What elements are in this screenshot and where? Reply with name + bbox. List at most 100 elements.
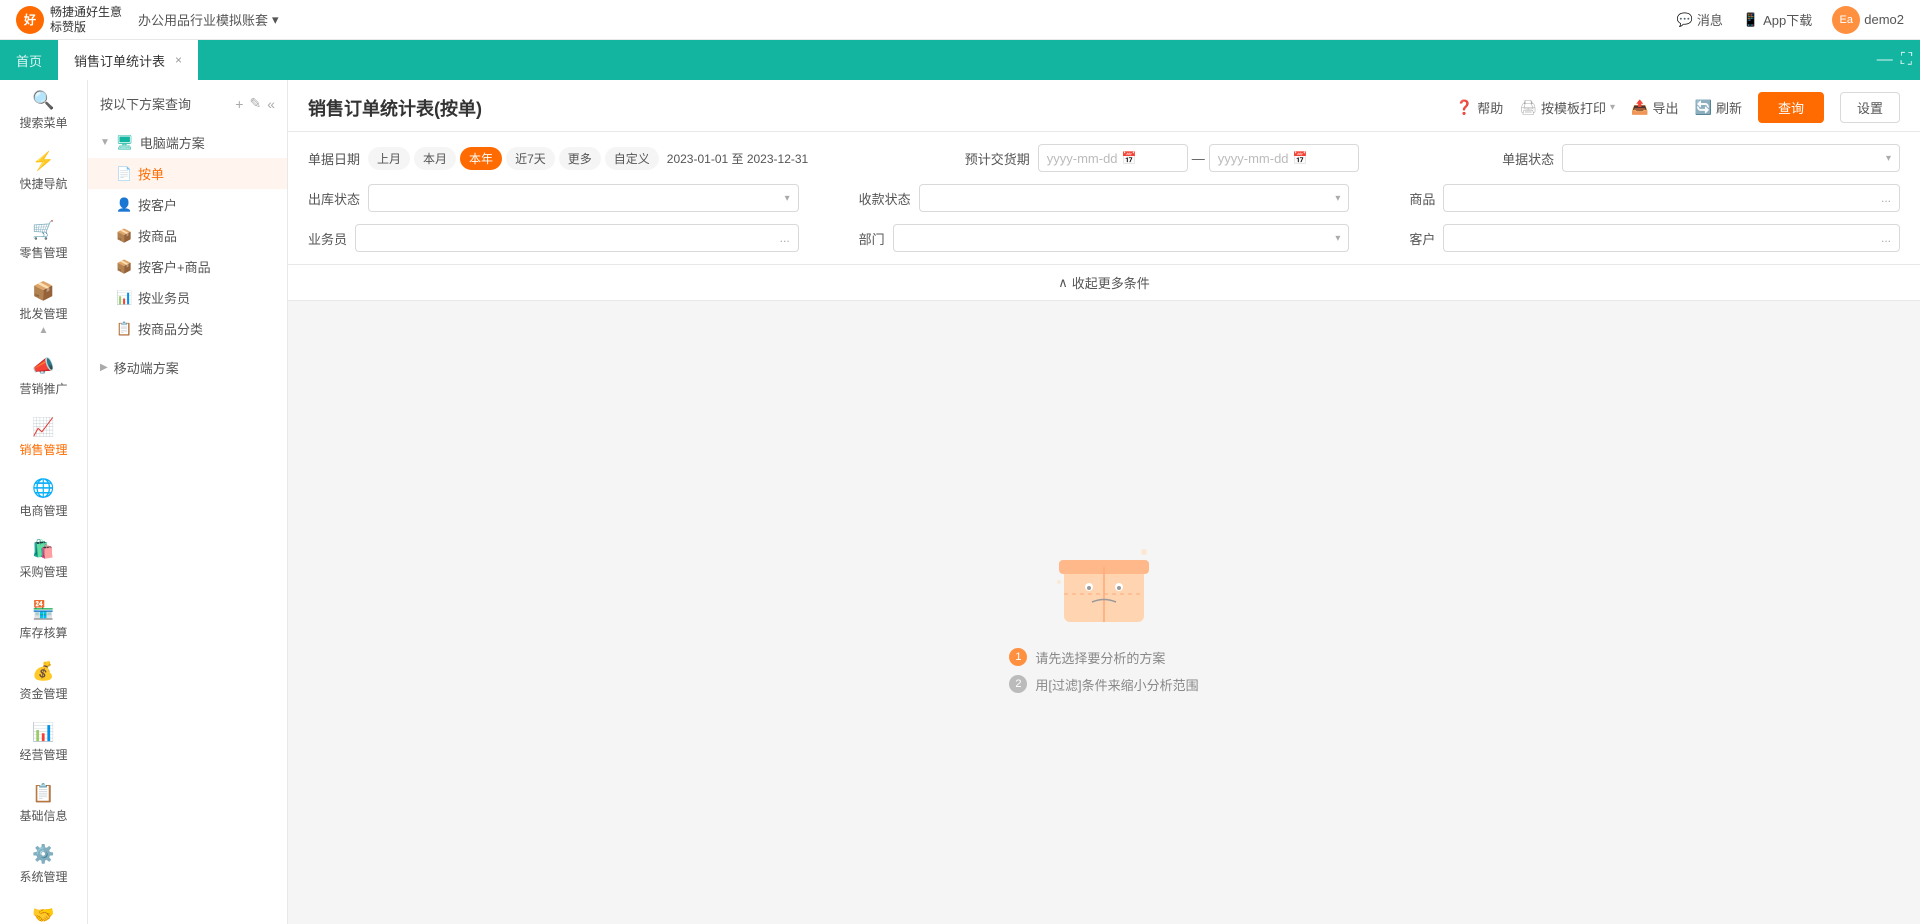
sidebar-item-operation[interactable]: 📊 经营管理 xyxy=(0,712,87,773)
expected-date-input-group: yyyy-mm-dd 📅 — yyyy-mm-dd 📅 xyxy=(1038,144,1359,172)
top-bar: 好 畅捷通好生意 标赞版 办公用品行业模拟账套 ▾ 💬 消息 📱 App下载 E… xyxy=(0,0,1920,40)
system-icon: ⚙️ xyxy=(32,844,54,865)
filter-row-2: 出库状态 ▾ 收款状态 ▾ xyxy=(308,184,1900,212)
goods-input[interactable]: ... xyxy=(1443,184,1900,212)
export-action[interactable]: 📤 导出 xyxy=(1631,98,1678,117)
shortcut-more[interactable]: 更多 xyxy=(559,147,601,170)
scheme-collapse-icon[interactable]: « xyxy=(267,96,275,112)
sidebar: 🔍 搜索菜单 ⚡ 快捷导航 🛒 零售管理 📦 批发管理 ▲ 📣 营销推广 📈 销… xyxy=(0,80,88,924)
scheme-panel: 按以下方案查询 + ✎ « ▼ 🖥 电脑端方案 📄 按单 xyxy=(88,80,288,924)
sidebar-item-system[interactable]: ⚙️ 系统管理 xyxy=(0,834,87,895)
sidebar-item-wholesale[interactable]: 📦 批发管理 ▲ xyxy=(0,271,87,346)
print-action[interactable]: 🖨 按模板打印 ▾ xyxy=(1519,98,1615,117)
tab-bar-actions: — ⛶ xyxy=(1877,51,1920,69)
operation-icon: 📊 xyxy=(32,722,54,743)
filter-row-3: 业务员 ... 部门 ▾ xyxy=(308,224,1900,252)
sidebar-item-finance[interactable]: 💰 资金管理 xyxy=(0,651,87,712)
tab-sales-order-stats[interactable]: 销售订单统计表 × xyxy=(58,40,198,80)
tip-num-2: 2 xyxy=(1009,675,1027,693)
customer-input[interactable]: ... xyxy=(1443,224,1900,252)
sidebar-item-inventory[interactable]: 🏪 库存核算 xyxy=(0,590,87,651)
sidebar-item-retail[interactable]: 🛒 零售管理 xyxy=(0,210,87,271)
shortcut-this-year[interactable]: 本年 xyxy=(460,147,502,170)
tab-bar: 首页 销售订单统计表 × — ⛶ xyxy=(0,40,1920,80)
sidebar-item-quick-nav[interactable]: ⚡ 快捷导航 xyxy=(0,141,87,202)
scheme-group-pc-header[interactable]: ▼ 🖥 电脑端方案 xyxy=(88,127,287,158)
quick-nav-icon: ⚡ xyxy=(32,151,54,172)
print-dropdown-icon: ▾ xyxy=(1610,102,1615,113)
sidebar-item-purchase[interactable]: 🛍️ 采购管理 xyxy=(0,529,87,590)
date-dash: — xyxy=(1192,151,1205,166)
expected-date-end-input[interactable]: yyyy-mm-dd 📅 xyxy=(1209,144,1359,172)
sidebar-item-basic[interactable]: 📋 基础信息 xyxy=(0,773,87,834)
top-bar-right: 💬 消息 📱 App下载 Ea demo2 xyxy=(1677,6,1904,34)
message-action[interactable]: 💬 消息 xyxy=(1677,10,1723,29)
basic-icon: 📋 xyxy=(32,783,54,804)
delivery-chevron-icon: ▾ xyxy=(785,193,790,204)
calendar-end-icon: 📅 xyxy=(1293,151,1308,165)
scheme-item-by-customer[interactable]: 👤 按客户 xyxy=(88,189,287,220)
collapse-button[interactable]: ∧ 收起更多条件 xyxy=(1058,273,1150,292)
app-download-action[interactable]: 📱 App下载 xyxy=(1743,10,1812,29)
search-menu-icon: 🔍 xyxy=(32,90,54,111)
filter-item-goods: 商品 ... xyxy=(1409,184,1900,212)
tab-home[interactable]: 首页 xyxy=(0,40,58,80)
user-action[interactable]: Ea demo2 xyxy=(1832,6,1904,34)
shortcut-last-7[interactable]: 近7天 xyxy=(506,147,555,170)
shortcut-custom[interactable]: 自定义 xyxy=(605,147,659,170)
scheme-cg-icon: 📦 xyxy=(116,259,132,275)
mobile-arrow-icon: ▶ xyxy=(100,362,108,373)
help-action[interactable]: ❓ 帮助 xyxy=(1456,98,1503,117)
empty-illustration xyxy=(1044,532,1164,632)
scheme-group-mobile-header[interactable]: ▶ 移动端方案 xyxy=(88,352,287,383)
sidebar-item-enterprise[interactable]: 🤝 企业协同 xyxy=(0,895,87,924)
tab-maximize-icon[interactable]: ⛶ xyxy=(1901,51,1912,69)
filter-item-expected-date: 预计交货期 yyyy-mm-dd 📅 — yyyy-mm-dd 📅 xyxy=(965,144,1442,172)
shortcut-this-month[interactable]: 本月 xyxy=(414,147,456,170)
collapse-up-icon: ∧ xyxy=(1058,275,1068,291)
settings-button[interactable]: 设置 xyxy=(1840,92,1900,123)
payment-chevron-icon: ▾ xyxy=(1335,193,1340,204)
sidebar-item-ecommerce[interactable]: 🌐 电商管理 xyxy=(0,468,87,529)
filter-area: 单据日期 上月 本月 本年 近7天 更多 自定义 2023-01-01 至 20… xyxy=(288,132,1920,265)
scheme-edit-icon[interactable]: ✎ xyxy=(249,95,261,112)
marketing-icon: 📣 xyxy=(32,356,54,377)
tab-minimize-icon[interactable]: — xyxy=(1877,51,1893,69)
export-icon: 📤 xyxy=(1631,99,1648,116)
filter-item-delivery: 出库状态 ▾ xyxy=(308,184,799,212)
payment-select[interactable]: ▾ xyxy=(919,184,1350,212)
shortcut-last-month[interactable]: 上月 xyxy=(368,147,410,170)
scheme-tree: ▼ 🖥 电脑端方案 📄 按单 👤 按客户 📦 按商品 xyxy=(88,119,287,391)
scheme-item-by-customer-goods[interactable]: 📦 按客户+商品 xyxy=(88,251,287,282)
scheme-item-by-order[interactable]: 📄 按单 xyxy=(88,158,287,189)
expected-date-start-input[interactable]: yyyy-mm-dd 📅 xyxy=(1038,144,1188,172)
delivery-select[interactable]: ▾ xyxy=(368,184,799,212)
scheme-add-icon[interactable]: + xyxy=(235,96,243,112)
scheme-group-mobile: ▶ 移动端方案 xyxy=(88,348,287,387)
wholesale-icon: 📦 xyxy=(32,281,54,302)
filter-item-dept: 部门 ▾ xyxy=(859,224,1350,252)
scheme-item-by-salesperson[interactable]: 📊 按业务员 xyxy=(88,282,287,313)
company-selector[interactable]: 办公用品行业模拟账套 ▾ xyxy=(130,10,287,29)
refresh-action[interactable]: 🔄 刷新 xyxy=(1695,98,1742,117)
sales-icon: 📈 xyxy=(32,417,54,438)
pc-icon: 🖥 xyxy=(116,134,134,151)
filter-item-status: 单据状态 ▾ xyxy=(1502,144,1900,172)
finance-icon: 💰 xyxy=(32,661,54,682)
sidebar-item-sales[interactable]: 📈 销售管理 xyxy=(0,407,87,468)
page-header-actions: ❓ 帮助 🖨 按模板打印 ▾ 📤 导出 🔄 刷新 xyxy=(1456,92,1900,123)
salesperson-input[interactable]: ... xyxy=(355,224,799,252)
expected-date-label: 预计交货期 xyxy=(965,149,1030,168)
tab-close-icon[interactable]: × xyxy=(175,53,182,67)
payment-label: 收款状态 xyxy=(859,189,911,208)
scheme-customer-icon: 👤 xyxy=(116,197,132,213)
sidebar-item-search-menu[interactable]: 🔍 搜索菜单 xyxy=(0,80,87,141)
scheme-item-by-goods[interactable]: 📦 按商品 xyxy=(88,220,287,251)
status-chevron-icon: ▾ xyxy=(1886,153,1891,164)
query-button[interactable]: 查询 xyxy=(1758,92,1824,123)
status-select[interactable]: ▾ xyxy=(1562,144,1900,172)
sidebar-item-marketing[interactable]: 📣 营销推广 xyxy=(0,346,87,407)
scheme-item-by-category[interactable]: 📋 按商品分类 xyxy=(88,313,287,344)
dept-select[interactable]: ▾ xyxy=(893,224,1350,252)
customer-label: 客户 xyxy=(1409,229,1435,248)
